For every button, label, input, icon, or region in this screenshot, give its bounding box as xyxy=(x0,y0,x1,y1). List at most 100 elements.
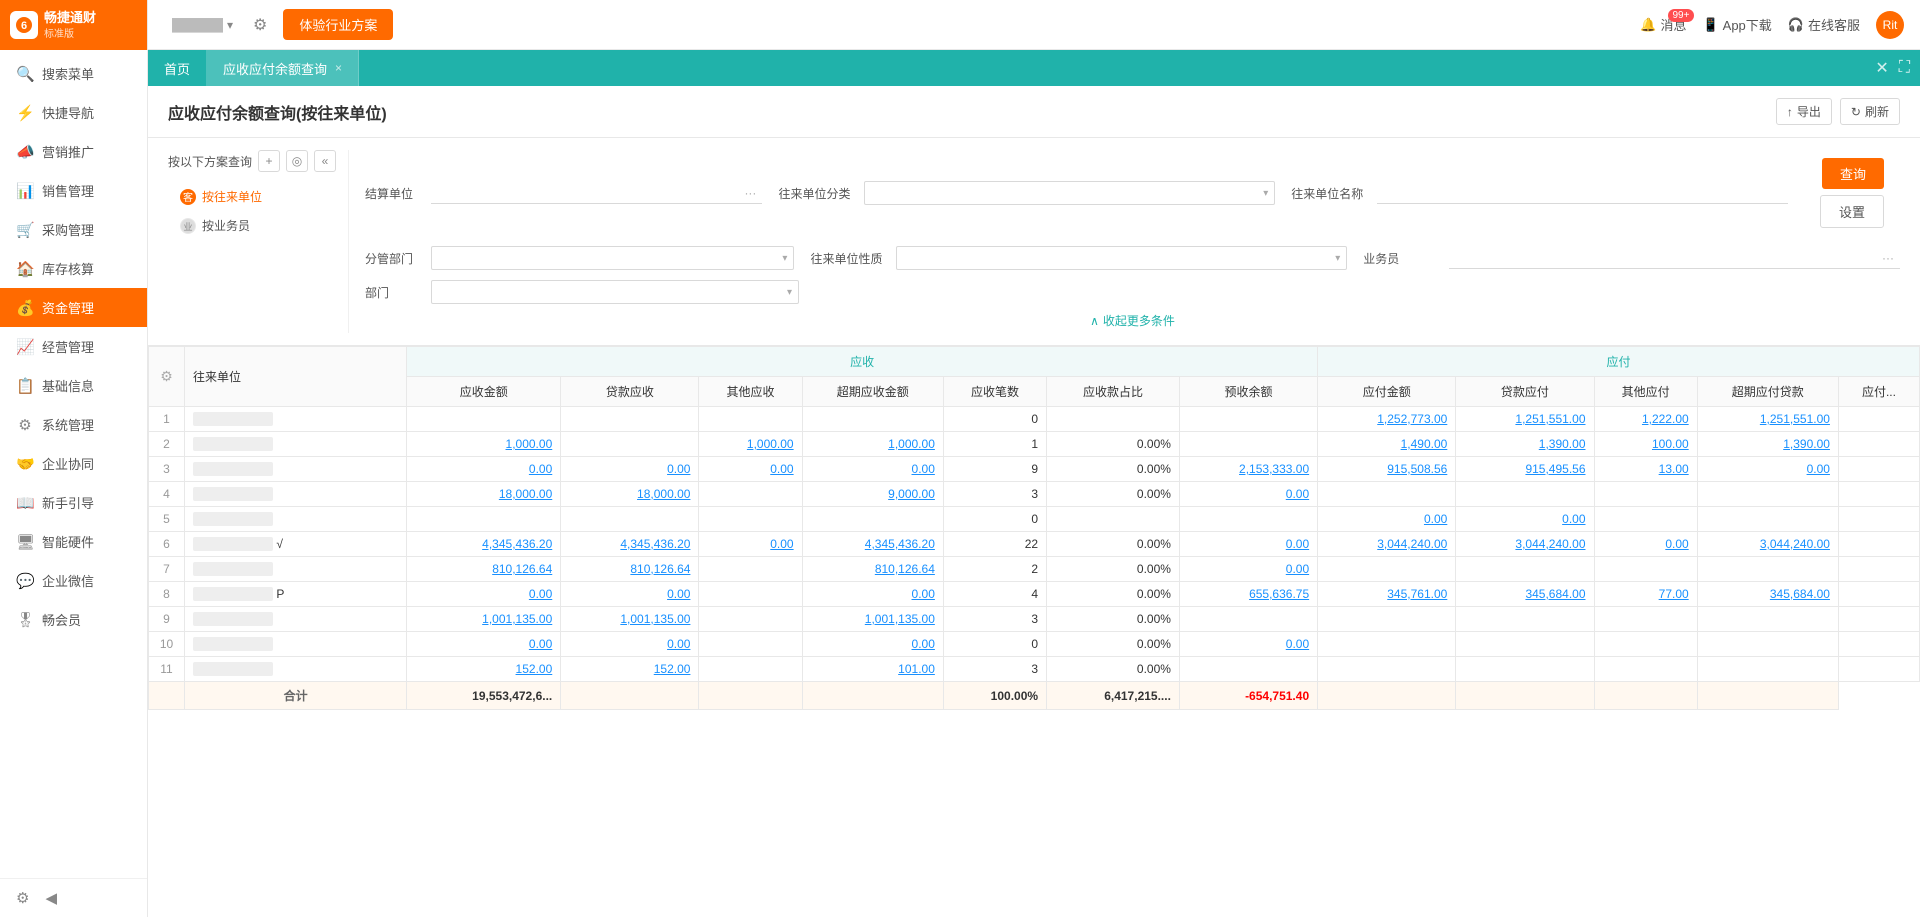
info-icon: 📋 xyxy=(16,377,34,395)
cell-receivable_ratio: 0.00% xyxy=(1047,432,1180,457)
user-avatar[interactable]: Rit xyxy=(1876,11,1904,39)
collapse-sidebar-icon[interactable]: ◀ xyxy=(45,889,57,907)
filter-label: 按以下方案查询 xyxy=(168,153,252,170)
footer-advance-balance: 6,417,215.... xyxy=(1047,682,1180,710)
sidebar-item-operations[interactable]: 📈 经营管理 xyxy=(0,327,147,366)
sidebar-item-guide[interactable]: 📖 新手引导 xyxy=(0,483,147,522)
cell-other_receivable xyxy=(699,607,802,632)
sidebar-item-purchase[interactable]: 🛒 采购管理 xyxy=(0,210,147,249)
cell-receivable_amount: 0.00 xyxy=(407,632,561,657)
wechat-icon: 💬 xyxy=(16,572,34,590)
field-partner-nature-input[interactable]: ▾ xyxy=(896,246,1347,270)
cell-receivable_ratio: 0.00% xyxy=(1047,607,1180,632)
app-download-button[interactable]: 📱 App下载 xyxy=(1702,15,1771,34)
sidebar-item-hardware[interactable]: 🖥 智能硬件 xyxy=(0,522,147,561)
row-index: 10 xyxy=(149,632,185,657)
settings-button[interactable]: 设置 xyxy=(1820,195,1884,228)
cell-other_receivable xyxy=(699,482,802,507)
th-loan-payable: 贷款应付 xyxy=(1456,377,1594,407)
notification-button[interactable]: 🔔 消息 99+ xyxy=(1640,15,1686,34)
bell-icon: 🔔 xyxy=(1640,17,1656,33)
tabbar-actions: ✕ ⛶ xyxy=(1865,50,1920,86)
query-button[interactable]: 查询 xyxy=(1822,158,1884,189)
header-gear-icon[interactable]: ⚙ xyxy=(253,15,267,35)
query-by-partner[interactable]: 客 按往来单位 xyxy=(168,182,336,211)
field-partner-nature-label: 往来单位性质 xyxy=(810,250,890,267)
cell-receivable_amount xyxy=(407,507,561,532)
promo-button[interactable]: 体验行业方案 xyxy=(283,9,393,40)
cell-other_payable xyxy=(1594,632,1697,657)
sidebar-item-quick-nav[interactable]: ⚡ 快捷导航 xyxy=(0,93,147,132)
cell-other_receivable xyxy=(699,582,802,607)
table-settings-icon[interactable]: ⚙ xyxy=(160,368,173,384)
cell-receivable_ratio: 0.00% xyxy=(1047,657,1180,682)
query-by-salesperson[interactable]: 业 按业务员 xyxy=(168,211,336,240)
add-filter-button[interactable]: + xyxy=(258,150,280,172)
header-dropdown-arrow[interactable]: ▾ xyxy=(227,18,233,32)
maximize-icon[interactable]: ⛶ xyxy=(1899,59,1910,77)
footer-label: 合计 xyxy=(185,682,407,710)
avatar-text: Rit xyxy=(1876,11,1904,39)
field-salesperson-label: 业务员 xyxy=(1363,250,1443,267)
cell-receivable_ratio: 0.00% xyxy=(1047,582,1180,607)
salesperson-ellipsis-icon: ··· xyxy=(1882,251,1894,265)
th-payable-group: 应付 xyxy=(1318,347,1920,377)
cell-overdue_payable: 1,251,551.00 xyxy=(1697,407,1838,432)
sidebar-item-collab[interactable]: 🤝 企业协同 xyxy=(0,444,147,483)
settings-footer-icon[interactable]: ⚙ xyxy=(16,889,29,907)
cell-loan_payable: 1,390.00 xyxy=(1456,432,1594,457)
sidebar-item-member[interactable]: 🎖 畅会员 xyxy=(0,600,147,639)
filter-settings-button[interactable]: ◎ xyxy=(286,150,308,172)
cell-overdue_receivable: 810,126.64 xyxy=(802,557,943,582)
cell-receivable_amount: 152.00 xyxy=(407,657,561,682)
search-icon: 🔍 xyxy=(16,65,34,83)
field-division-input[interactable]: ▾ xyxy=(431,280,799,304)
cell-overdue_receivable: 0.00 xyxy=(802,457,943,482)
cell-payable_amount xyxy=(1318,632,1456,657)
cell-other_payable: 13.00 xyxy=(1594,457,1697,482)
cell-receivable_amount: 0.00 xyxy=(407,457,561,482)
collapse-filter-button[interactable]: ∧ 收起更多条件 xyxy=(365,308,1900,333)
cell-partner xyxy=(185,457,407,482)
svg-text:6: 6 xyxy=(21,20,27,32)
field-partner-name-input[interactable] xyxy=(1377,183,1788,204)
tabbar: 首页 应收应付余额查询 × ✕ ⛶ xyxy=(148,50,1920,86)
filter-collapse-button[interactable]: « xyxy=(314,150,336,172)
purchase-icon: 🛒 xyxy=(16,221,34,239)
sidebar-item-system[interactable]: ⚙ 系统管理 xyxy=(0,405,147,444)
cell-overdue_receivable: 4,345,436.20 xyxy=(802,532,943,557)
header-right: 🔔 消息 99+ 📱 App下载 🎧 在线客服 Rit xyxy=(1640,11,1904,39)
sidebar-item-marketing[interactable]: 📣 营销推广 xyxy=(0,132,147,171)
data-table: ⚙ 往来单位 应收 应付 应收金额 贷款应收 其他应收 超期应收金额 应收笔数 … xyxy=(148,346,1920,710)
page-title: 应收应付余额查询(按往来单位) xyxy=(168,100,387,124)
cell-receivable_count: 3 xyxy=(943,607,1046,632)
tab-home[interactable]: 首页 xyxy=(148,50,207,86)
tab-ar-ap-query[interactable]: 应收应付余额查询 × xyxy=(207,50,359,86)
th-settings[interactable]: ⚙ xyxy=(149,347,185,407)
online-service-button[interactable]: 🎧 在线客服 xyxy=(1788,15,1860,34)
cell-other_receivable xyxy=(699,657,802,682)
sidebar-item-wechat[interactable]: 💬 企业微信 xyxy=(0,561,147,600)
sidebar-item-search[interactable]: 🔍 搜索菜单 xyxy=(0,54,147,93)
field-settlement-input[interactable]: ··· xyxy=(431,183,762,204)
field-salesperson-input[interactable]: ··· xyxy=(1449,248,1900,269)
field-dept-input[interactable]: ▾ xyxy=(431,246,794,270)
sidebar-item-finance[interactable]: 💰 资金管理 xyxy=(0,288,147,327)
field-partner-category-input[interactable]: ▾ xyxy=(864,181,1275,205)
export-button[interactable]: ↑ 导出 xyxy=(1776,98,1832,125)
cell-other_payable xyxy=(1594,507,1697,532)
tab-close-icon[interactable]: × xyxy=(335,61,342,75)
sidebar-item-sales[interactable]: 📊 销售管理 xyxy=(0,171,147,210)
sales-icon: 📊 xyxy=(16,182,34,200)
cell-partner xyxy=(185,657,407,682)
guide-icon: 📖 xyxy=(16,494,34,512)
collapse-icon: ∧ xyxy=(1090,314,1099,328)
field-dept-label: 分管部门 xyxy=(365,250,425,267)
member-icon: 🎖 xyxy=(16,611,34,629)
sidebar-item-basic-info[interactable]: 📋 基础信息 xyxy=(0,366,147,405)
collab-icon: 🤝 xyxy=(16,455,34,473)
refresh-button[interactable]: ↻ 刷新 xyxy=(1840,98,1900,125)
close-window-icon[interactable]: ✕ xyxy=(1875,58,1888,78)
cell-partner xyxy=(185,507,407,532)
sidebar-item-inventory[interactable]: 🏠 库存核算 xyxy=(0,249,147,288)
